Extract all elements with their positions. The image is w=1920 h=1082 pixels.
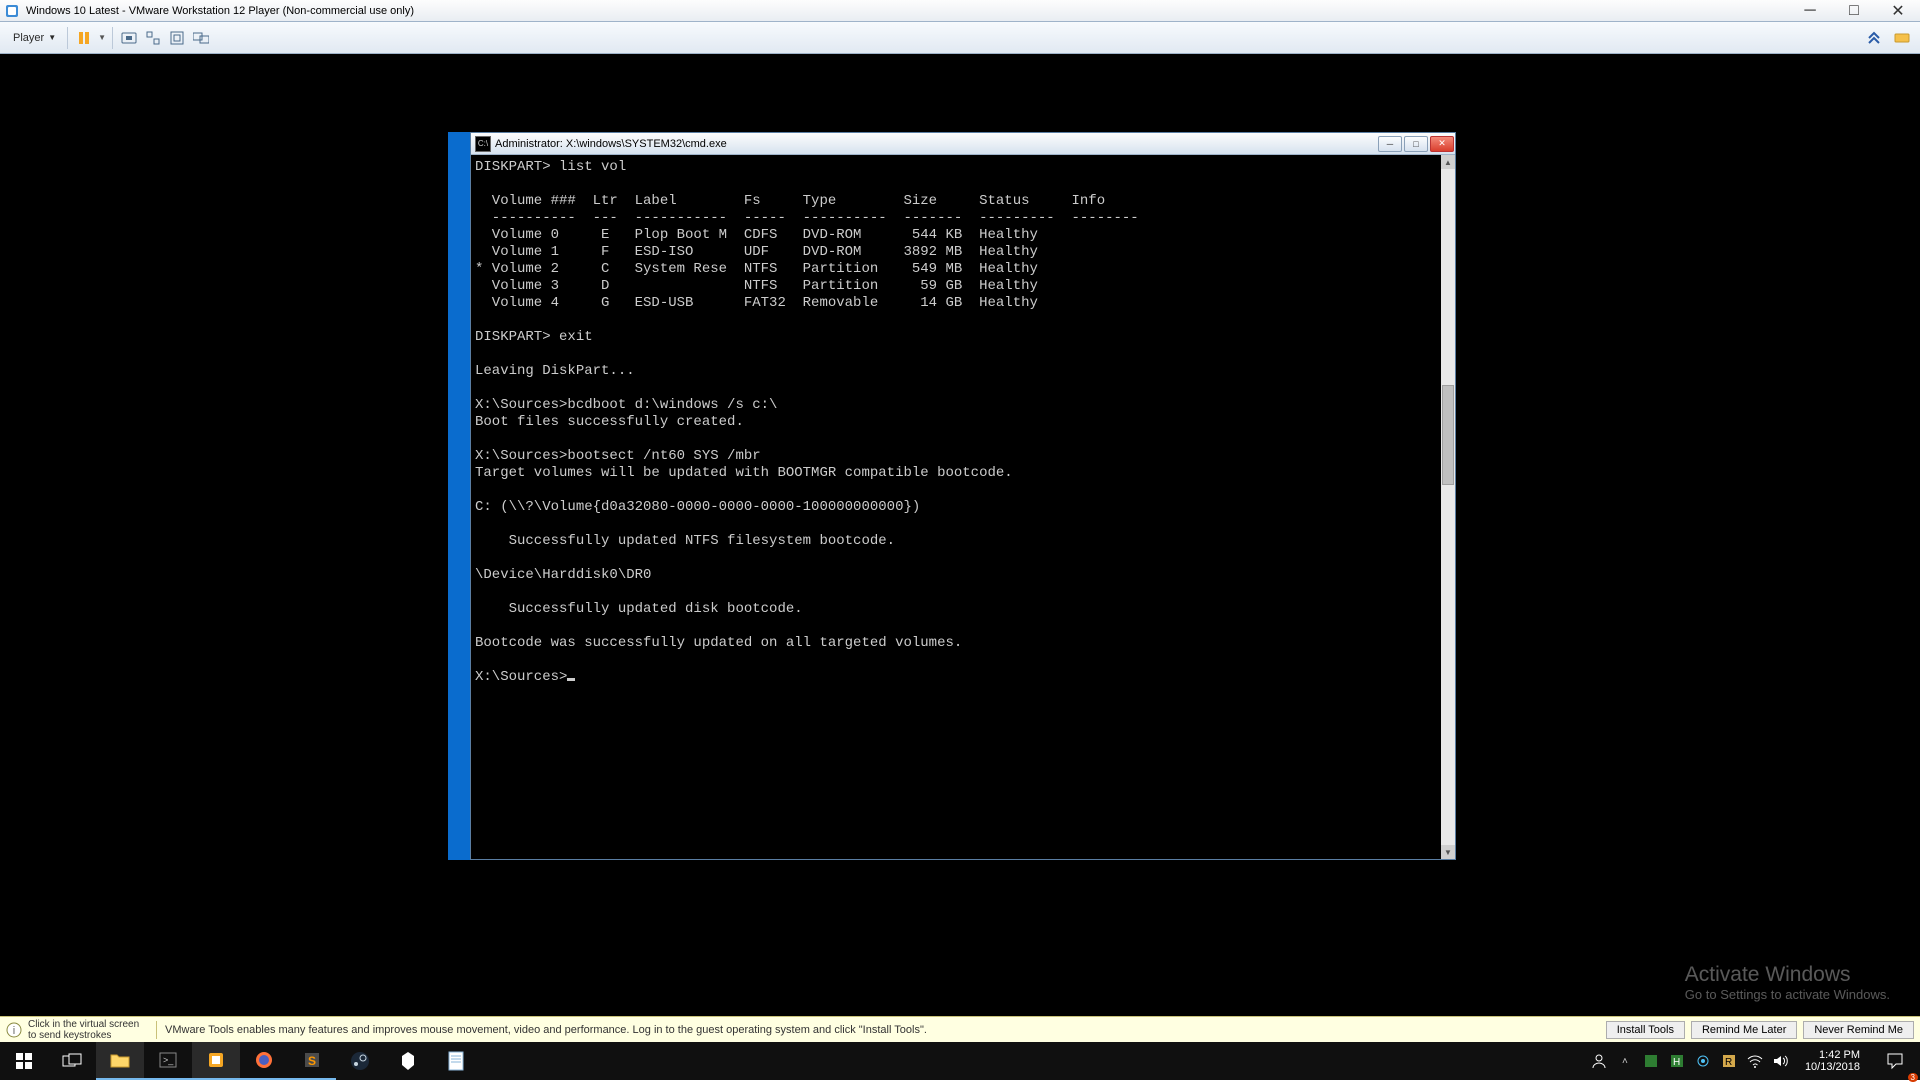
hint-message: VMware Tools enables many features and i… bbox=[165, 1024, 927, 1036]
devices-button[interactable] bbox=[1890, 26, 1914, 50]
host-maximize-button[interactable]: □ bbox=[1832, 0, 1876, 22]
toolbar-separator bbox=[67, 27, 68, 49]
fullscreen-button[interactable] bbox=[165, 26, 189, 50]
svg-text:H: H bbox=[1673, 1057, 1680, 1067]
people-icon[interactable] bbox=[1591, 1053, 1607, 1069]
vmware-app-icon bbox=[4, 3, 20, 19]
cmd-minimize-button[interactable]: ─ bbox=[1378, 136, 1402, 152]
cmd-window[interactable]: C:\ Administrator: X:\windows\SYSTEM32\c… bbox=[470, 132, 1456, 860]
chevron-down-icon: ▼ bbox=[48, 33, 56, 42]
host-minimize-button[interactable]: ─ bbox=[1788, 0, 1832, 22]
scroll-up-arrow-icon[interactable]: ▲ bbox=[1441, 155, 1455, 169]
taskbar-sublime[interactable]: S bbox=[288, 1042, 336, 1080]
start-button[interactable] bbox=[0, 1042, 48, 1080]
hint-separator bbox=[156, 1021, 157, 1039]
cmd-titlebar[interactable]: C:\ Administrator: X:\windows\SYSTEM32\c… bbox=[471, 133, 1455, 155]
unity-button[interactable] bbox=[141, 26, 165, 50]
tray-overflow-button[interactable]: ˄ bbox=[1617, 1053, 1633, 1069]
player-menu-button[interactable]: Player ▼ bbox=[6, 29, 63, 47]
cmd-close-button[interactable]: ✕ bbox=[1430, 136, 1454, 152]
info-icon: i bbox=[6, 1022, 22, 1038]
taskbar-cmd[interactable]: >_ bbox=[144, 1042, 192, 1080]
vmware-toolbar: Player ▼ ▼ bbox=[0, 22, 1920, 54]
tray-icon-4[interactable]: R bbox=[1721, 1053, 1737, 1069]
activate-windows-watermark: Activate Windows Go to Settings to activ… bbox=[1685, 963, 1890, 1002]
svg-text:>_: >_ bbox=[163, 1055, 174, 1065]
wifi-icon[interactable] bbox=[1747, 1053, 1763, 1069]
cmd-icon: C:\ bbox=[475, 136, 491, 152]
svg-text:i: i bbox=[13, 1025, 15, 1037]
scroll-down-arrow-icon[interactable]: ▼ bbox=[1441, 845, 1455, 859]
power-menu-button[interactable]: ▼ bbox=[96, 26, 108, 50]
taskbar-vmware-player[interactable] bbox=[192, 1042, 240, 1080]
cmd-maximize-button[interactable]: □ bbox=[1404, 136, 1428, 152]
player-menu-label: Player bbox=[13, 32, 44, 44]
tray-date: 10/13/2018 bbox=[1805, 1061, 1860, 1073]
chevron-down-icon: ▼ bbox=[98, 33, 106, 42]
vm-guest-display[interactable]: C:\ Administrator: X:\windows\SYSTEM32\c… bbox=[0, 54, 1920, 1042]
guest-window-edge bbox=[448, 132, 470, 860]
watermark-title: Activate Windows bbox=[1685, 963, 1890, 987]
never-remind-button[interactable]: Never Remind Me bbox=[1803, 1021, 1914, 1039]
volume-icon[interactable] bbox=[1773, 1053, 1789, 1069]
host-taskbar: >_ S ˄ H R 1:42 PM 10/13/2018 bbox=[0, 1042, 1920, 1080]
tray-icon-1[interactable] bbox=[1643, 1053, 1659, 1069]
cmd-scrollbar[interactable]: ▲ ▼ bbox=[1441, 155, 1455, 859]
svg-text:S: S bbox=[308, 1054, 316, 1068]
taskbar-firefox[interactable] bbox=[240, 1042, 288, 1080]
tray-icon-3[interactable] bbox=[1695, 1053, 1711, 1069]
task-view-button[interactable] bbox=[48, 1042, 96, 1080]
pause-vm-button[interactable] bbox=[72, 26, 96, 50]
svg-text:R: R bbox=[1725, 1057, 1732, 1067]
vmware-titlebar: Windows 10 Latest - VMware Workstation 1… bbox=[0, 0, 1920, 22]
action-center-button[interactable] bbox=[1876, 1042, 1914, 1080]
taskbar-steam[interactable] bbox=[336, 1042, 384, 1080]
tray-time: 1:42 PM bbox=[1805, 1049, 1860, 1061]
vmware-title: Windows 10 Latest - VMware Workstation 1… bbox=[24, 5, 1788, 17]
toolbar-separator bbox=[112, 27, 113, 49]
cmd-output[interactable]: DISKPART> list vol Volume ### Ltr Label … bbox=[471, 155, 1441, 859]
hint-keystroke-tip: Click in the virtual screen to send keys… bbox=[28, 1019, 148, 1041]
hint-line1: Click in the virtual screen bbox=[28, 1019, 139, 1030]
watermark-subtitle: Go to Settings to activate Windows. bbox=[1685, 987, 1890, 1002]
remind-later-button[interactable]: Remind Me Later bbox=[1691, 1021, 1797, 1039]
cmd-title: Administrator: X:\windows\SYSTEM32\cmd.e… bbox=[495, 138, 1377, 150]
scroll-thumb[interactable] bbox=[1442, 385, 1454, 485]
vmware-tools-hintbar: i Click in the virtual screen to send ke… bbox=[0, 1016, 1920, 1042]
tray-clock[interactable]: 1:42 PM 10/13/2018 bbox=[1799, 1049, 1866, 1073]
tray-icon-2[interactable]: H bbox=[1669, 1053, 1685, 1069]
manage-button[interactable] bbox=[1862, 26, 1886, 50]
taskbar-notepad[interactable] bbox=[432, 1042, 480, 1080]
install-tools-button[interactable]: Install Tools bbox=[1606, 1021, 1685, 1039]
hint-line2: to send keystrokes bbox=[28, 1030, 111, 1041]
host-close-button[interactable]: ✕ bbox=[1876, 0, 1920, 22]
taskbar-app-generic[interactable] bbox=[384, 1042, 432, 1080]
send-ctrl-alt-del-button[interactable] bbox=[117, 26, 141, 50]
cycle-multiple-monitors-button[interactable] bbox=[189, 26, 213, 50]
system-tray: ˄ H R 1:42 PM 10/13/2018 bbox=[1591, 1042, 1920, 1080]
taskbar-file-explorer[interactable] bbox=[96, 1042, 144, 1080]
